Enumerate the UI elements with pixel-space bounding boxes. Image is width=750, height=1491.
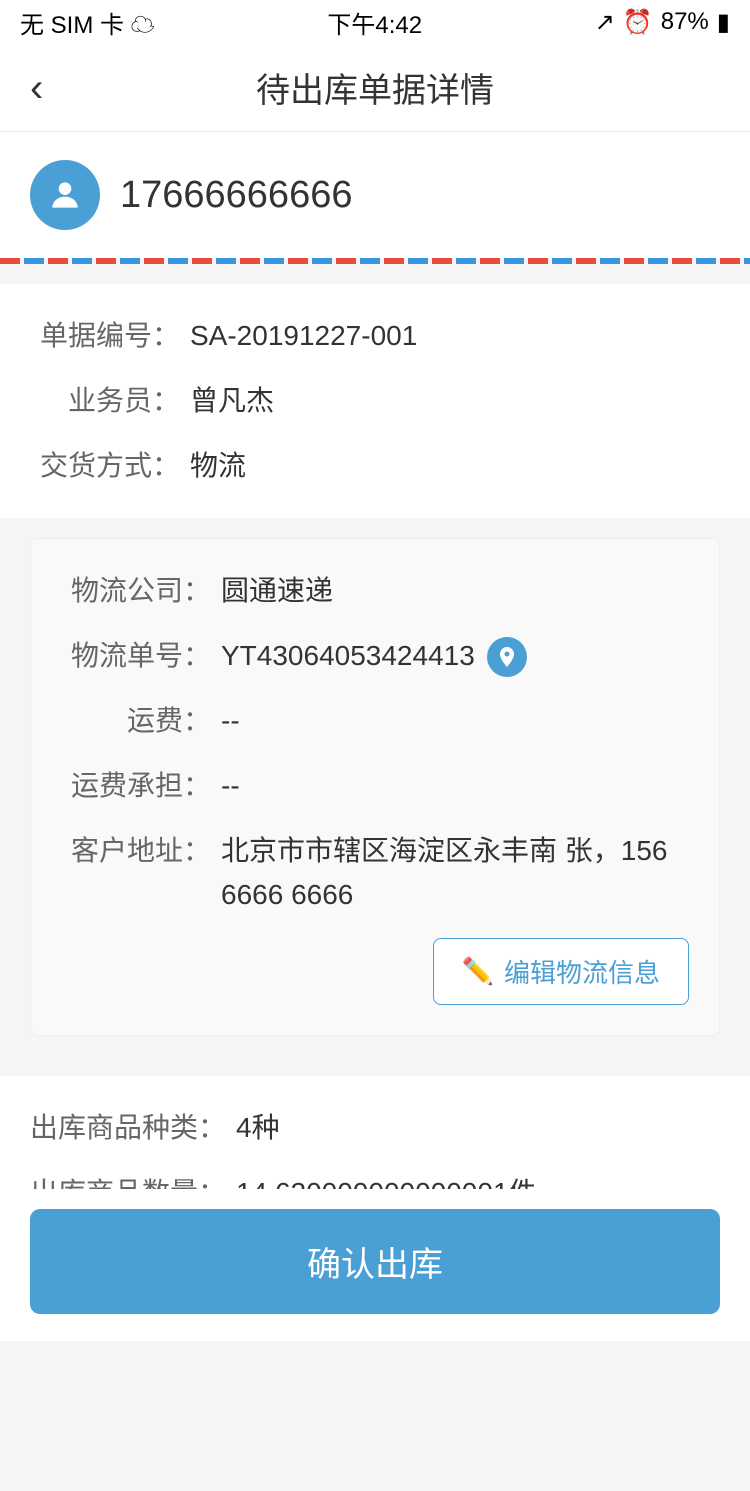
- freight-label: 运费：: [61, 699, 221, 744]
- tracking-number-row: 物流单号： YT43064053424413: [61, 634, 689, 679]
- address-label: 客户地址：: [61, 829, 221, 874]
- avatar: [30, 160, 100, 230]
- battery-icon: ▮: [717, 8, 730, 37]
- logistics-company-row: 物流公司： 圆通速递: [61, 569, 689, 614]
- address-value: 北京市市辖区海淀区永丰南 张，156 6666 6666: [221, 829, 689, 919]
- status-bar-time: 下午4:42: [327, 5, 422, 40]
- document-number-value: SA-20191227-001: [190, 314, 720, 359]
- edit-logistics-label: 编辑物流信息: [504, 953, 660, 990]
- delivery-label: 交货方式：: [30, 444, 190, 489]
- customer-phone: 17666666666: [120, 174, 352, 217]
- battery-text: 87%: [661, 8, 709, 36]
- bottom-spacer: [0, 1341, 750, 1491]
- confirm-btn-wrap: 确认出库: [0, 1189, 750, 1334]
- customer-header: 17666666666: [0, 132, 750, 258]
- freight-bearer-label: 运费承担：: [61, 764, 221, 809]
- status-bar-left: 无 SIM 卡 ☁: [20, 5, 155, 40]
- tracking-number-value: YT43064053424413: [221, 634, 689, 679]
- freight-value: --: [221, 699, 689, 744]
- goods-types-value: 4种: [236, 1106, 720, 1151]
- status-bar: 无 SIM 卡 ☁ 下午4:42 ↗ ⏰ 87% ▮: [0, 0, 750, 44]
- edit-logistics-btn-wrap: ✏️ 编辑物流信息: [61, 938, 689, 1005]
- tracking-number-label: 物流单号：: [61, 634, 221, 679]
- dashed-separator: [0, 258, 750, 264]
- freight-row: 运费： --: [61, 699, 689, 744]
- salesman-label: 业务员：: [30, 379, 190, 424]
- nav-bar: ‹ 待出库单据详情: [0, 44, 750, 132]
- logistics-section: 物流公司： 圆通速递 物流单号： YT43064053424413 运费： --…: [30, 538, 720, 1036]
- alarm-icon: ⏰: [623, 8, 653, 37]
- status-bar-right: ↗ ⏰ 87% ▮: [595, 8, 730, 37]
- document-number-label: 单据编号：: [30, 314, 190, 359]
- document-number-row: 单据编号： SA-20191227-001: [30, 314, 720, 359]
- location-icon: ↗: [595, 8, 615, 37]
- section-divider: [0, 1036, 750, 1056]
- delivery-row: 交货方式： 物流: [30, 444, 720, 489]
- location-pin-icon[interactable]: [487, 637, 527, 677]
- edit-icon: ✏️: [462, 956, 494, 987]
- freight-bearer-row: 运费承担： --: [61, 764, 689, 809]
- confirm-outbound-button[interactable]: 确认出库: [30, 1209, 720, 1314]
- document-info-section: 单据编号： SA-20191227-001 业务员： 曾凡杰 交货方式： 物流: [0, 284, 750, 518]
- goods-types-row: 出库商品种类： 4种: [30, 1106, 720, 1151]
- logistics-company-label: 物流公司：: [61, 569, 221, 614]
- edit-logistics-button[interactable]: ✏️ 编辑物流信息: [433, 938, 689, 1005]
- salesman-value: 曾凡杰: [190, 379, 720, 424]
- freight-bearer-value: --: [221, 764, 689, 809]
- delivery-value: 物流: [190, 444, 720, 489]
- sim-signal-text: 无 SIM 卡 ☁: [20, 5, 155, 40]
- goods-types-label: 出库商品种类：: [30, 1106, 236, 1151]
- logistics-company-value: 圆通速递: [221, 569, 689, 614]
- salesman-row: 业务员： 曾凡杰: [30, 379, 720, 424]
- back-button[interactable]: ‹: [30, 68, 43, 108]
- address-row: 客户地址： 北京市市辖区海淀区永丰南 张，156 6666 6666: [61, 829, 689, 919]
- page-title: 待出库单据详情: [256, 63, 494, 112]
